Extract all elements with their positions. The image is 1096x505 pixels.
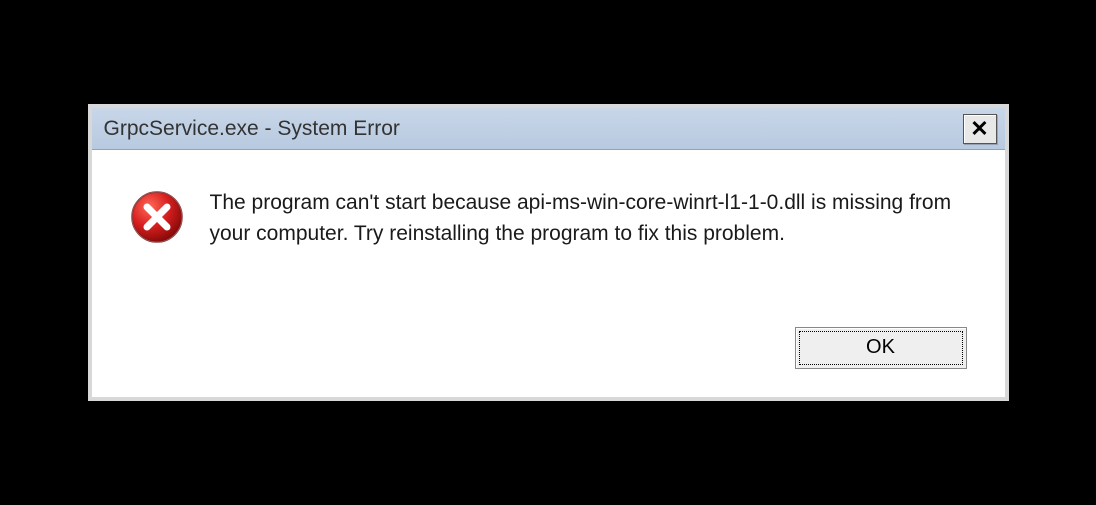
error-message: The program can't start because api-ms-w… — [210, 188, 967, 249]
close-icon: ✕ — [970, 118, 988, 140]
ok-button[interactable]: OK — [795, 327, 967, 369]
dialog-body: The program can't start because api-ms-w… — [92, 150, 1005, 397]
error-icon — [130, 190, 184, 244]
close-button[interactable]: ✕ — [963, 114, 997, 144]
dialog-frame: GrpcService.exe - System Error ✕ — [88, 104, 1009, 401]
error-dialog: GrpcService.exe - System Error ✕ — [88, 104, 1009, 401]
titlebar[interactable]: GrpcService.exe - System Error ✕ — [92, 108, 1005, 150]
dialog-title: GrpcService.exe - System Error — [104, 117, 400, 141]
button-row: OK — [130, 327, 967, 369]
content-row: The program can't start because api-ms-w… — [130, 188, 967, 249]
